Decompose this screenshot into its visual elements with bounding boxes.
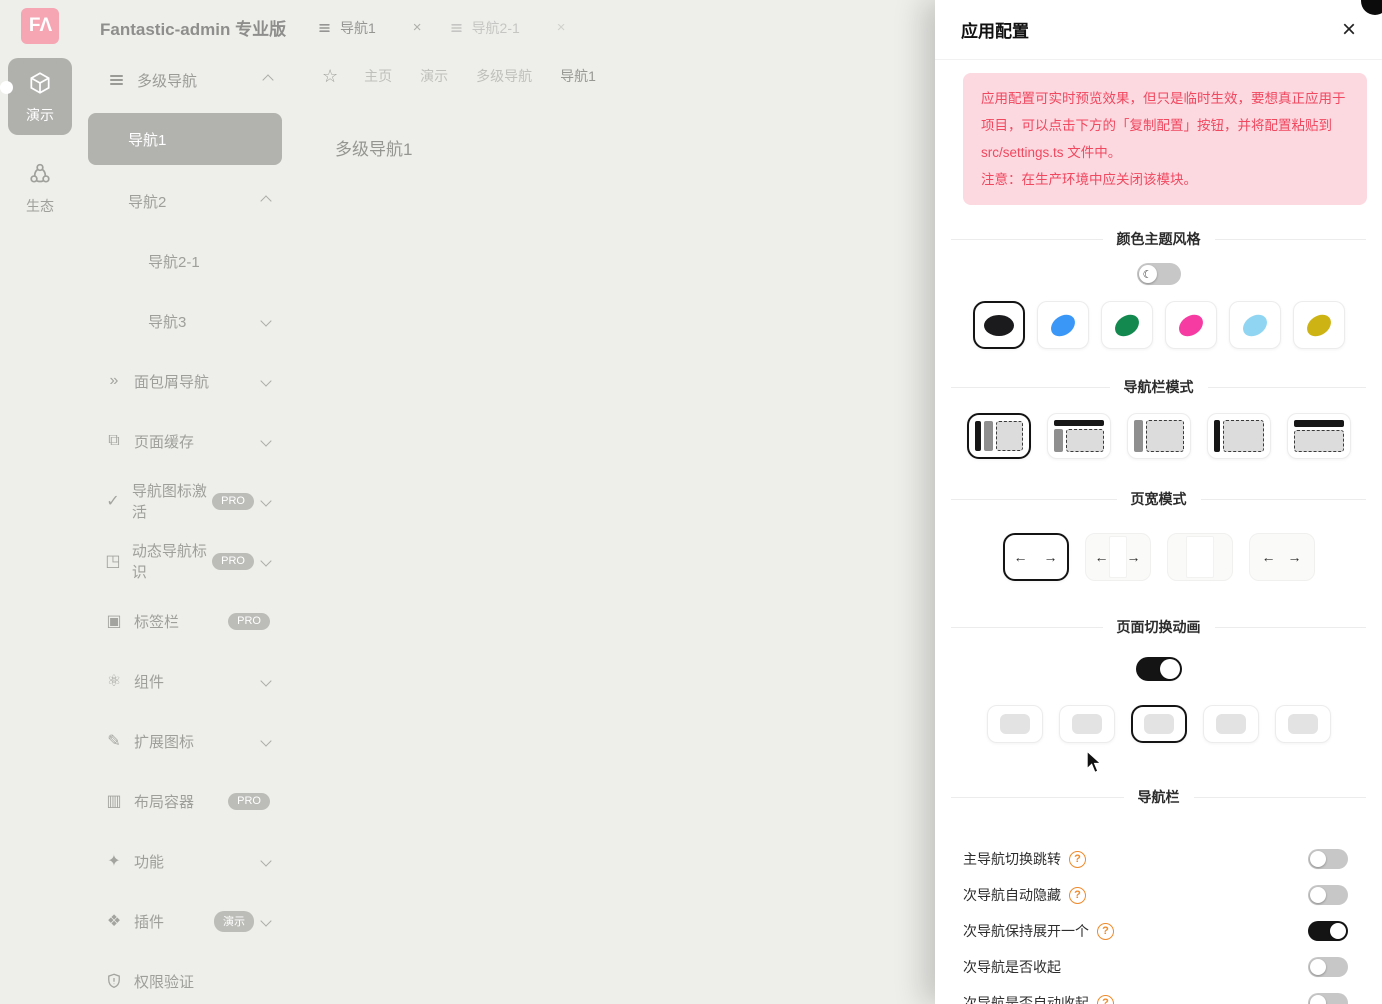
pagewidth-option-center-max[interactable]: ← → bbox=[1248, 533, 1315, 581]
setting-label: 次导航是否自动收起 bbox=[963, 995, 1089, 1004]
help-icon[interactable]: ? bbox=[1097, 994, 1114, 1004]
dark-mode-toggle[interactable]: ☾ bbox=[1136, 263, 1181, 285]
navmode-options bbox=[935, 413, 1382, 459]
drawer-title: 应用配置 bbox=[961, 22, 1029, 41]
navmode-option-top-only[interactable] bbox=[1286, 413, 1351, 459]
transition-preview-block bbox=[1287, 714, 1318, 734]
section-pagewidth: 页宽模式 bbox=[935, 489, 1382, 509]
setting-row-主导航切换跳转: 主导航切换跳转? bbox=[935, 841, 1382, 877]
setting-label: 次导航保持展开一个 bbox=[963, 923, 1089, 939]
theme-swatch-pink[interactable] bbox=[1164, 301, 1217, 349]
section-title: 页宽模式 bbox=[1130, 491, 1187, 507]
setting-toggle[interactable] bbox=[1308, 849, 1348, 869]
section-title: 页面切换动画 bbox=[1116, 619, 1201, 635]
navbar-settings-rows: 主导航切换跳转? 次导航自动隐藏? 次导航保持展开一个? 次导航是否收起 次导航是否自动… bbox=[935, 841, 1382, 1004]
transition-option-3[interactable] bbox=[1202, 705, 1259, 743]
theme-swatch-black[interactable] bbox=[972, 301, 1025, 349]
section-title: 导航栏 bbox=[1137, 789, 1180, 805]
section-navbar: 导航栏 bbox=[935, 787, 1382, 807]
section-title: 导航栏模式 bbox=[1123, 379, 1194, 395]
pagewidth-options: ← → ← → ← → bbox=[935, 533, 1382, 581]
toggle-knob bbox=[1330, 923, 1346, 939]
arrow-left-icon: ← bbox=[1261, 549, 1276, 565]
setting-label: 主导航切换跳转 bbox=[963, 851, 1061, 867]
transition-preview-block bbox=[1143, 714, 1174, 734]
theme-swatch-blue[interactable] bbox=[1036, 301, 1089, 349]
notice-paragraph: 应用配置可实时预览效果，但只是临时生效，要想真正应用于项目，可以点击下方的「复制… bbox=[981, 91, 1346, 160]
pagewidth-option-center[interactable] bbox=[1166, 533, 1233, 581]
close-icon[interactable]: × bbox=[1342, 17, 1356, 42]
transition-preview-block bbox=[1215, 714, 1246, 734]
transition-enable-toggle[interactable] bbox=[1135, 657, 1182, 681]
swatch-color-dot bbox=[1302, 309, 1335, 341]
toggle-knob bbox=[1310, 959, 1326, 975]
toggle-knob bbox=[1310, 887, 1326, 903]
app-settings-drawer: 应用配置 × 应用配置可实时预览效果，但只是临时生效，要想真正应用于项目，可以点… bbox=[935, 0, 1382, 1004]
setting-toggle[interactable] bbox=[1308, 885, 1348, 905]
theme-swatch-sky[interactable] bbox=[1228, 301, 1281, 349]
pagewidth-option-adaptive[interactable]: ← → bbox=[1002, 533, 1069, 581]
theme-swatch-list bbox=[935, 301, 1382, 349]
arrow-left-icon: ← bbox=[1094, 549, 1109, 565]
setting-toggle[interactable] bbox=[1308, 957, 1348, 977]
arrow-right-icon: → bbox=[1287, 549, 1302, 565]
section-navmode: 导航栏模式 bbox=[935, 377, 1382, 397]
section-title: 颜色主题风格 bbox=[1116, 231, 1201, 247]
help-icon[interactable]: ? bbox=[1069, 850, 1086, 868]
setting-row-次导航是否收起: 次导航是否收起 bbox=[935, 949, 1382, 985]
setting-toggle[interactable] bbox=[1308, 993, 1348, 1004]
setting-row-次导航是否自动收起: 次导航是否自动收起? bbox=[935, 985, 1382, 1004]
pagewidth-option-adaptive-min[interactable]: ← → bbox=[1084, 533, 1151, 581]
drawer-header: 应用配置 × bbox=[935, 0, 1382, 60]
transition-preview-block bbox=[1071, 714, 1102, 734]
setting-label: 次导航是否收起 bbox=[963, 959, 1061, 975]
arrow-right-icon: → bbox=[1043, 549, 1058, 565]
notice-paragraph: 注意：在生产环境中应关闭该模块。 bbox=[981, 172, 1197, 187]
transition-preview-block bbox=[999, 714, 1030, 734]
navmode-option-side-sub[interactable] bbox=[966, 413, 1031, 459]
transition-options bbox=[935, 705, 1382, 743]
toggle-knob bbox=[1310, 995, 1326, 1004]
transition-option-0[interactable] bbox=[986, 705, 1043, 743]
transition-option-2[interactable] bbox=[1130, 705, 1187, 743]
setting-row-次导航自动隐藏: 次导航自动隐藏? bbox=[935, 877, 1382, 913]
toggle-knob bbox=[1310, 851, 1326, 867]
swatch-color-dot bbox=[983, 314, 1014, 336]
help-icon[interactable]: ? bbox=[1097, 922, 1114, 940]
theme-swatch-yellow[interactable] bbox=[1292, 301, 1345, 349]
moon-icon: ☾ bbox=[1142, 268, 1153, 281]
setting-label: 次导航自动隐藏 bbox=[963, 887, 1061, 903]
navmode-option-single-dark[interactable] bbox=[1206, 413, 1271, 459]
navmode-option-top-sub[interactable] bbox=[1046, 413, 1111, 459]
help-icon[interactable]: ? bbox=[1069, 886, 1086, 904]
swatch-color-dot bbox=[1110, 309, 1143, 341]
transition-option-1[interactable] bbox=[1058, 705, 1115, 743]
theme-swatch-green[interactable] bbox=[1100, 301, 1153, 349]
swatch-color-dot bbox=[1046, 309, 1079, 341]
transition-option-4[interactable] bbox=[1274, 705, 1331, 743]
screen: FΛ 演示 生态 Fantastic-admin 专业版 导航1 × 导航2-1 × 多… bbox=[0, 0, 1382, 1004]
section-transition: 页面切换动画 bbox=[935, 617, 1382, 637]
setting-row-次导航保持展开一个: 次导航保持展开一个? bbox=[935, 913, 1382, 949]
arrow-left-icon: ← bbox=[1013, 549, 1028, 565]
swatch-color-dot bbox=[1174, 309, 1207, 341]
section-theme: 颜色主题风格 bbox=[935, 229, 1382, 249]
settings-notice: 应用配置可实时预览效果，但只是临时生效，要想真正应用于项目，可以点击下方的「复制… bbox=[963, 73, 1367, 205]
navmode-option-single-gray[interactable] bbox=[1126, 413, 1191, 459]
swatch-color-dot bbox=[1238, 309, 1271, 341]
arrow-right-icon: → bbox=[1126, 549, 1141, 565]
setting-toggle[interactable] bbox=[1308, 921, 1348, 941]
